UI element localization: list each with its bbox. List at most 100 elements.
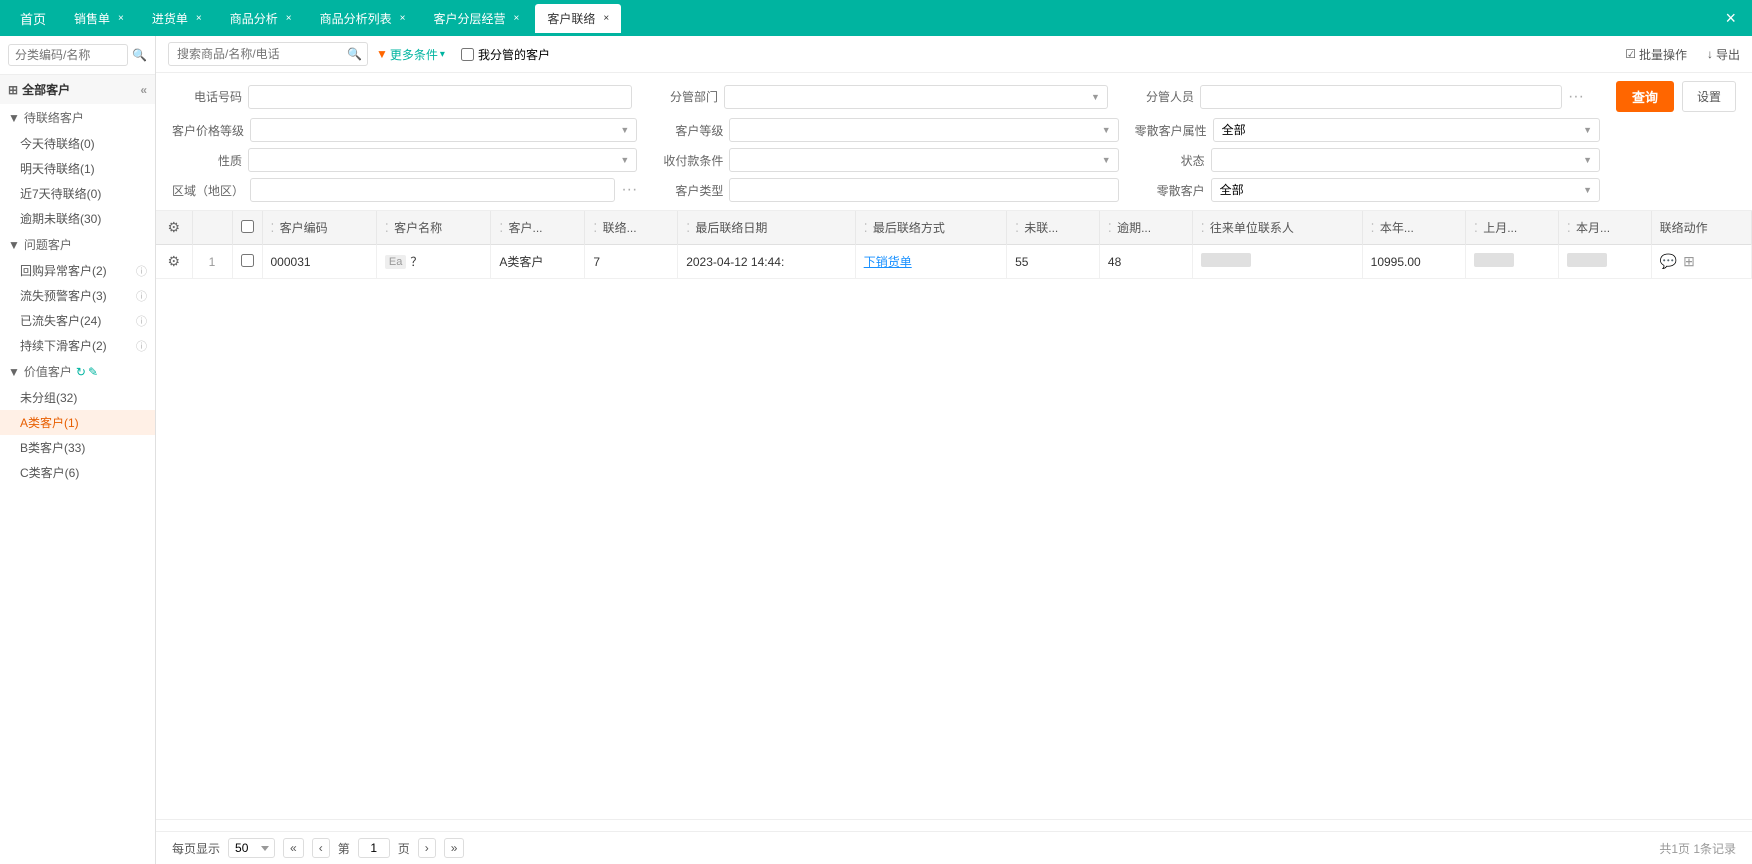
row-checkbox[interactable] [241, 254, 254, 267]
customer-type-input[interactable] [729, 178, 1118, 202]
phone-input[interactable] [248, 85, 632, 109]
sidebar-group-pending[interactable]: ▼ 待联络客户 [0, 104, 155, 131]
sidebar-item-ungroup[interactable]: 未分组(32) [0, 385, 155, 410]
person-input[interactable] [1200, 85, 1562, 109]
filter-area: 区域（地区） ··· [172, 178, 637, 202]
area-input[interactable] [250, 178, 615, 202]
sidebar-item-overdue[interactable]: 逾期未联络(30) [0, 206, 155, 231]
td-checkbox [232, 245, 262, 279]
nav-tab-analysis-list[interactable]: 商品分析列表 × [308, 4, 418, 33]
sidebar-search-icon[interactable]: 🔍 [132, 48, 147, 62]
pagination: 每页显示 50 20 100 « ‹ 第 页 › » 共1页 1条记录 [156, 831, 1752, 864]
filter-payment: 收付款条件 [653, 148, 1118, 172]
sidebar-search-input[interactable] [8, 44, 128, 66]
export-btn[interactable]: ↓ 导出 [1707, 46, 1740, 63]
nav-tab-sales[interactable]: 销售单 × [62, 4, 136, 33]
sidebar-item-tomorrow[interactable]: 明天待联络(1) [0, 156, 155, 181]
sidebar-item-c-class[interactable]: C类客户(6) [0, 460, 155, 485]
top-nav: 首页 销售单 × 进货单 × 商品分析 × 商品分析列表 × 客户分层经营 × … [0, 0, 1752, 36]
nav-home-tab[interactable]: 首页 [8, 3, 58, 34]
close-purchase-icon[interactable]: × [196, 13, 202, 24]
sidebar-group-value[interactable]: ▼ 价值客户 ↻ ✎ [0, 358, 155, 385]
nature-select[interactable] [248, 148, 637, 172]
th-action: 联络动作 [1651, 211, 1751, 245]
horizontal-scrollbar[interactable] [156, 819, 1752, 831]
sidebar-item-a-class[interactable]: A类客户(1) [0, 410, 155, 435]
price-level-wrap [250, 118, 637, 142]
row-gear-btn[interactable]: ⚙ [167, 253, 180, 270]
th-name: ⁚ 客户名称 [376, 211, 490, 245]
per-page-select[interactable]: 50 20 100 [228, 838, 275, 858]
price-level-select[interactable] [250, 118, 637, 142]
table-gear-btn[interactable]: ⚙ [167, 219, 180, 236]
last-page-btn[interactable]: » [444, 838, 465, 858]
table-header-row: ⚙ ⁚ 客户编码 ⁚ 客户名称 [156, 211, 1752, 245]
filter-search-input[interactable] [168, 42, 368, 66]
action-icons: 💬 ⊞ [1660, 253, 1743, 270]
settings-btn[interactable]: 设置 [1682, 81, 1736, 112]
content-area: 🔍 ▼ 更多条件 ▾ 我分管的客户 ☑ 批量操作 ↓ 导出 [156, 36, 1752, 864]
close-all-tabs-icon[interactable]: × [1717, 8, 1744, 29]
adv-filter-row1: 电话号码 分管部门 分管人员 ··· 查询 设置 [172, 81, 1736, 112]
last-method-link[interactable]: 下销货单 [864, 255, 912, 269]
my-customers-checkbox-label[interactable]: 我分管的客户 [461, 46, 550, 63]
nav-tab-contact[interactable]: 客户联络 × [535, 4, 621, 33]
close-segment-icon[interactable]: × [513, 13, 519, 24]
query-btn[interactable]: 查询 [1616, 81, 1674, 112]
close-sales-icon[interactable]: × [118, 13, 124, 24]
next-page-btn[interactable]: › [418, 838, 436, 858]
batch-ops-btn[interactable]: ☑ 批量操作 [1625, 46, 1687, 63]
name-tag: Ea [385, 255, 406, 269]
dept-select[interactable] [724, 85, 1108, 109]
main-layout: 🔍 ⊞ 全部客户 « ▼ 待联络客户 今天待联络(0) 明天待联络(1) 近7天… [0, 36, 1752, 864]
td-last-month [1466, 245, 1559, 279]
sidebar-item-7days[interactable]: 近7天待联络(0) [0, 181, 155, 206]
sidebar-item-b-class[interactable]: B类客户(33) [0, 435, 155, 460]
filter-person: 分管人员 ··· [1124, 85, 1584, 109]
nav-tab-segment[interactable]: 客户分层经营 × [421, 4, 531, 33]
more-conditions-btn[interactable]: ▼ 更多条件 ▾ [376, 46, 445, 63]
sidebar-group-problem[interactable]: ▼ 问题客户 [0, 231, 155, 258]
nav-tab-analysis[interactable]: 商品分析 × [218, 4, 304, 33]
payment-select[interactable] [729, 148, 1118, 172]
last-month-placeholder [1474, 253, 1514, 267]
td-no-contact: 55 [1007, 245, 1100, 279]
retail-attr-select[interactable]: 全部 [1213, 118, 1600, 142]
td-gear: ⚙ [156, 245, 192, 279]
collapse-icon: « [140, 83, 147, 97]
sidebar-all-customers[interactable]: ⊞ 全部客户 « [0, 75, 155, 104]
td-this-year: 10995.00 [1362, 245, 1465, 279]
sidebar-item-lost[interactable]: 已流失客户(24) ⓘ [0, 308, 155, 333]
retail-customer-select[interactable]: 全部 [1211, 178, 1600, 202]
sidebar-item-abnormal[interactable]: 回购异常客户(2) ⓘ [0, 258, 155, 283]
dept-select-wrap [724, 85, 1108, 109]
chat-icon[interactable]: 💬 [1660, 253, 1677, 270]
prev-page-btn[interactable]: ‹ [312, 838, 330, 858]
select-all-checkbox[interactable] [241, 220, 254, 233]
nav-tab-purchase[interactable]: 进货单 × [140, 4, 214, 33]
adv-filter-row4: 区域（地区） ··· 客户类型 零散客户 全部 [172, 178, 1736, 202]
qr-icon[interactable]: ⊞ [1683, 253, 1695, 270]
close-analysis-list-icon[interactable]: × [400, 13, 406, 24]
edit-group-icon[interactable]: ✎ [88, 365, 98, 379]
close-contact-icon[interactable]: × [603, 13, 609, 24]
sidebar-item-declining[interactable]: 持续下滑客户(2) ⓘ [0, 333, 155, 358]
unit-contact-placeholder [1201, 253, 1251, 267]
customer-level-select[interactable] [729, 118, 1118, 142]
sidebar-item-today[interactable]: 今天待联络(0) [0, 131, 155, 156]
filter-search-icon[interactable]: 🔍 [347, 47, 362, 61]
area-dots-btn[interactable]: ··· [621, 181, 637, 199]
my-customers-checkbox[interactable] [461, 48, 474, 61]
th-type: ⁚ 客户... [491, 211, 585, 245]
close-analysis-icon[interactable]: × [286, 13, 292, 24]
td-type: A类客户 [491, 245, 585, 279]
first-page-btn[interactable]: « [283, 838, 304, 858]
sidebar-item-warning[interactable]: 流失预警客户(3) ⓘ [0, 283, 155, 308]
add-group-icon[interactable]: ↻ [76, 365, 86, 379]
filter-nature: 性质 [172, 148, 637, 172]
page-input[interactable] [358, 838, 390, 858]
th-this-month: ⁚ 本月... [1558, 211, 1651, 245]
table-wrap: ⚙ ⁚ 客户编码 ⁚ 客户名称 [156, 211, 1752, 819]
status-select[interactable] [1211, 148, 1600, 172]
person-dots-btn[interactable]: ··· [1568, 88, 1584, 106]
